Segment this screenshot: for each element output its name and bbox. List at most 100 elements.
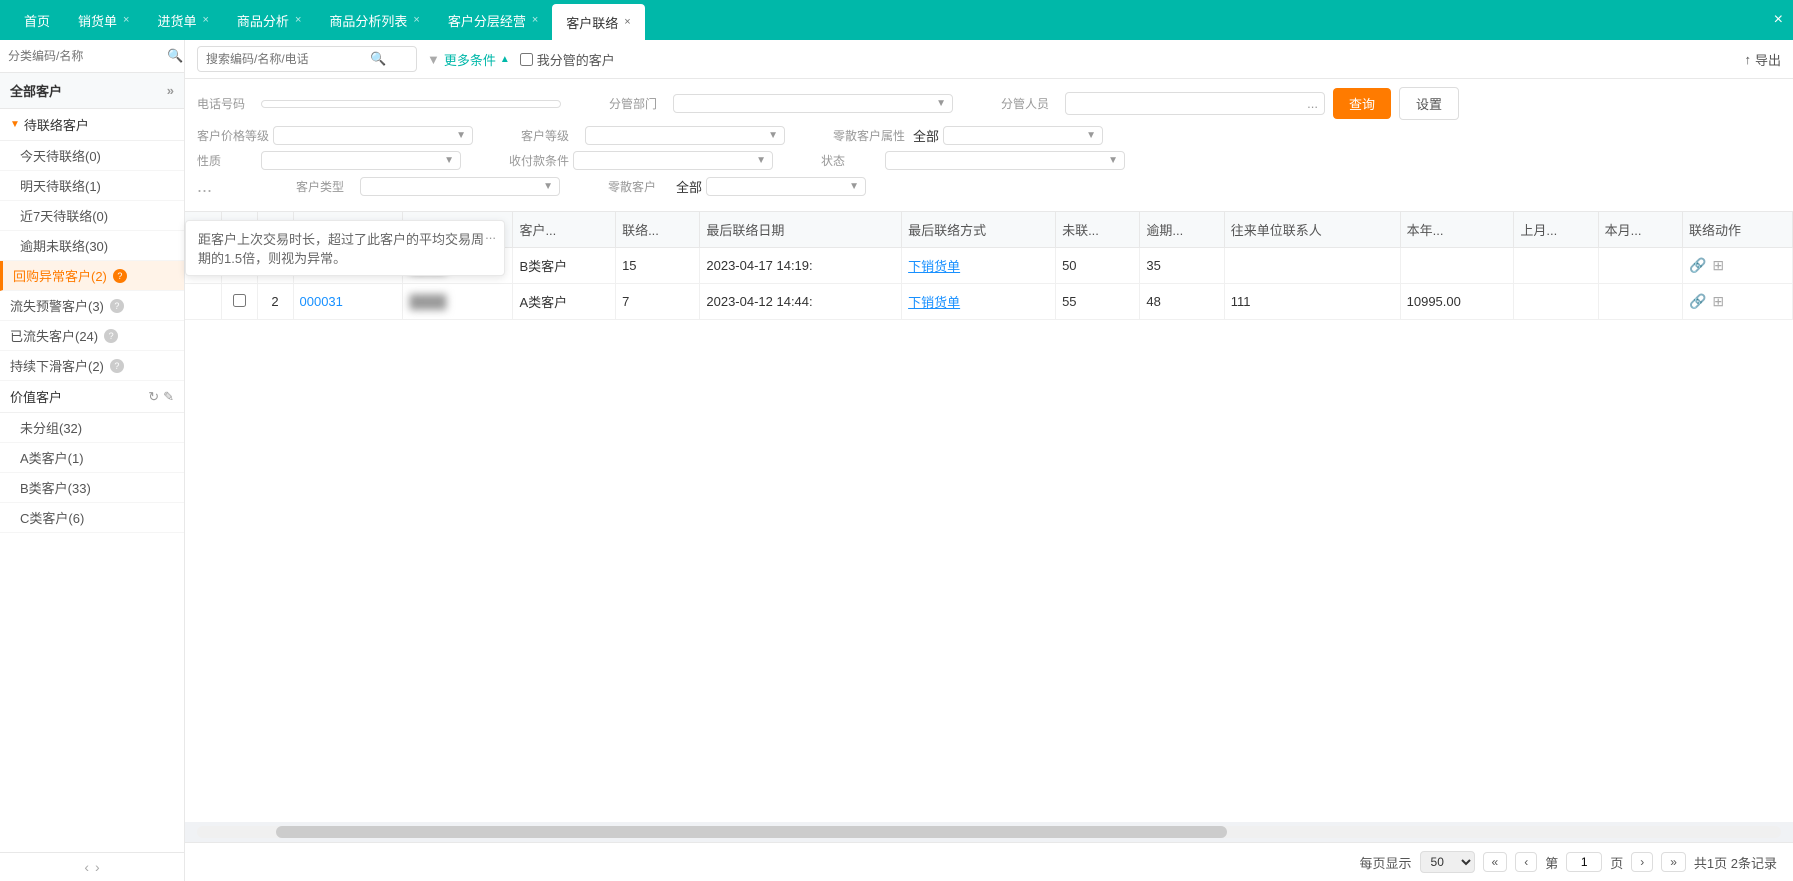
first-page-btn[interactable]: «	[1483, 852, 1508, 872]
more-filter-ellipsis[interactable]: ...	[197, 176, 212, 197]
payment-select[interactable]: ▼	[573, 151, 773, 170]
sidebar-item-lost-warning[interactable]: 流失预警客户(3) ?	[0, 291, 184, 321]
status-field: 状态 ▼	[821, 151, 1125, 170]
sidebar-item-continuous-down[interactable]: 持续下滑客户(2) ?	[0, 351, 184, 381]
sidebar-next-icon[interactable]: ›	[95, 859, 100, 875]
row-checkbox[interactable]	[233, 294, 246, 307]
content-area: 🔍 ▼ 更多条件 ▲ 我分管的客户 ↑ 导出 电话号码	[185, 40, 1793, 881]
nav-goods-analysis[interactable]: 商品分析 ×	[223, 0, 315, 40]
col-contact-count[interactable]: 联络...	[616, 212, 700, 248]
row-this-year	[1400, 248, 1514, 284]
close-goods-analysis-icon[interactable]: ×	[295, 14, 301, 26]
close-purchase-icon[interactable]: ×	[202, 14, 208, 26]
close-goods-list-icon[interactable]: ×	[413, 14, 419, 26]
dept-select[interactable]: ▼	[673, 94, 953, 113]
nav-home[interactable]: 首页	[10, 0, 64, 40]
customer-type-label: 客户类型	[296, 178, 356, 195]
person-select[interactable]: ...	[1065, 92, 1325, 115]
retail-customer-select[interactable]: ▼	[706, 177, 866, 196]
repeat-abnormal-info-icon[interactable]: ?	[113, 269, 127, 283]
sidebar-item-lost[interactable]: 已流失客户(24) ?	[0, 321, 184, 351]
phone-select[interactable]	[261, 100, 561, 108]
settings-button[interactable]: 设置	[1399, 87, 1459, 120]
next-page-btn[interactable]: ›	[1631, 852, 1653, 872]
query-button[interactable]: 查询	[1333, 88, 1391, 119]
row-grid-icon[interactable]: ⊞	[1712, 257, 1724, 274]
col-type[interactable]: 客户...	[513, 212, 616, 248]
sidebar-item-b-class[interactable]: B类客户(33)	[0, 473, 184, 503]
sidebar-item-7days[interactable]: 近7天待联络(0)	[0, 201, 184, 231]
gender-select[interactable]: ▼	[261, 151, 461, 170]
adv-filter-row3: 性质 ▼ 收付款条件 ▼ 状态 ▼	[197, 151, 1781, 170]
search-input[interactable]	[206, 52, 366, 66]
customer-grade-select[interactable]: ▼	[585, 126, 785, 145]
sidebar-item-repeat-abnormal[interactable]: 回购异常客户(2) ?	[0, 261, 184, 291]
row-last-contact-method[interactable]: 下销货单	[902, 284, 1056, 320]
row-grid-icon[interactable]: ⊞	[1712, 293, 1724, 310]
sidebar-search-input[interactable]	[8, 49, 163, 63]
sidebar-item-c-class[interactable]: C类客户(6)	[0, 503, 184, 533]
wait-contact-arrow: ▼	[10, 119, 20, 130]
close-customer-contact-icon[interactable]: ×	[624, 16, 630, 28]
more-conditions-btn[interactable]: ▼ 更多条件 ▲	[427, 50, 510, 69]
nav-customer-contact[interactable]: 客户联络 ×	[552, 4, 644, 40]
retail-attr-arrow-icon: ▼	[1086, 130, 1096, 141]
col-this-month[interactable]: 本月...	[1598, 212, 1682, 248]
value-customer-group[interactable]: 价值客户 ↻ ✎	[0, 381, 184, 413]
row-link-icon[interactable]: 🔗	[1689, 257, 1706, 274]
nav-purchase[interactable]: 进货单 ×	[143, 0, 222, 40]
close-all-tabs-icon[interactable]: ×	[1774, 11, 1783, 29]
close-customer-layer-icon[interactable]: ×	[532, 14, 538, 26]
row-last-contact-method[interactable]: 下销货单	[902, 248, 1056, 284]
row-name: ████	[403, 284, 513, 320]
retail-attr-label: 零散客户属性	[833, 127, 905, 144]
sidebar-prev-icon[interactable]: ‹	[84, 859, 89, 875]
col-last-date[interactable]: 最后联络日期	[700, 212, 902, 248]
col-related-contact[interactable]: 往来单位联系人	[1224, 212, 1400, 248]
my-customer-check[interactable]	[520, 53, 533, 66]
last-page-btn[interactable]: »	[1661, 852, 1686, 872]
col-last-method[interactable]: 最后联络方式	[902, 212, 1056, 248]
row-link-icon[interactable]: 🔗	[1689, 293, 1706, 310]
row-code[interactable]: 000031	[293, 284, 403, 320]
prev-page-btn[interactable]: ‹	[1515, 852, 1537, 872]
lost-potential-info-icon[interactable]: ?	[110, 299, 124, 313]
continuous-down-info-icon[interactable]: ?	[110, 359, 124, 373]
sidebar-item-tomorrow[interactable]: 明天待联络(1)	[0, 171, 184, 201]
already-lost-info-icon[interactable]: ?	[104, 329, 118, 343]
status-select[interactable]: ▼	[885, 151, 1125, 170]
all-customers-header[interactable]: 全部客户 »	[0, 73, 184, 109]
per-page-select[interactable]: 50 100 200	[1420, 851, 1475, 873]
value-customer-edit-icon[interactable]: ✎	[163, 389, 174, 405]
col-uncontacted[interactable]: 未联...	[1056, 212, 1140, 248]
customer-grade-field: 客户等级 ▼	[521, 126, 785, 145]
col-overdue[interactable]: 逾期...	[1140, 212, 1224, 248]
value-customer-refresh-icon[interactable]: ↻	[148, 389, 159, 405]
page-number-input[interactable]	[1566, 852, 1602, 872]
col-last-month[interactable]: 上月...	[1514, 212, 1598, 248]
search-input-icon[interactable]: 🔍	[370, 51, 386, 67]
sidebar-item-ungroup[interactable]: 未分组(32)	[0, 413, 184, 443]
export-btn[interactable]: ↑ 导出	[1744, 50, 1781, 69]
tooltip-box: 距客户上次交易时长，超过了此客户的平均交易周期的1.5倍，则视为异常。 ...	[185, 220, 505, 276]
adv-filter-row4: ... 客户类型 ▼ 零散客户 全部 ▼	[197, 176, 1781, 197]
sidebar-search-icon[interactable]: 🔍	[167, 48, 183, 64]
retail-attr-select[interactable]: ▼	[943, 126, 1103, 145]
sidebar-item-overdue[interactable]: 逾期未联络(30)	[0, 231, 184, 261]
sidebar-item-a-class[interactable]: A类客户(1)	[0, 443, 184, 473]
table-scrollbar[interactable]	[197, 826, 1781, 838]
wait-contact-group[interactable]: ▼ 待联络客户	[0, 109, 184, 141]
my-customer-checkbox[interactable]: 我分管的客户	[520, 50, 615, 69]
sidebar-item-today[interactable]: 今天待联络(0)	[0, 141, 184, 171]
gender-label: 性质	[197, 152, 257, 169]
nav-customer-layer[interactable]: 客户分层经营 ×	[434, 0, 552, 40]
customer-type-select[interactable]: ▼	[360, 177, 560, 196]
col-this-year[interactable]: 本年...	[1400, 212, 1514, 248]
nav-sales[interactable]: 销货单 ×	[64, 0, 143, 40]
close-sales-icon[interactable]: ×	[123, 14, 129, 26]
price-grade-select[interactable]: ▼	[273, 126, 473, 145]
tooltip-close-icon[interactable]: ...	[485, 227, 496, 242]
table-row: 2 000031 ████ A类客户 7 2023-04-12 14:44: 下…	[185, 284, 1793, 320]
collapse-sidebar-icon[interactable]: »	[167, 83, 174, 98]
nav-goods-list[interactable]: 商品分析列表 ×	[315, 0, 433, 40]
